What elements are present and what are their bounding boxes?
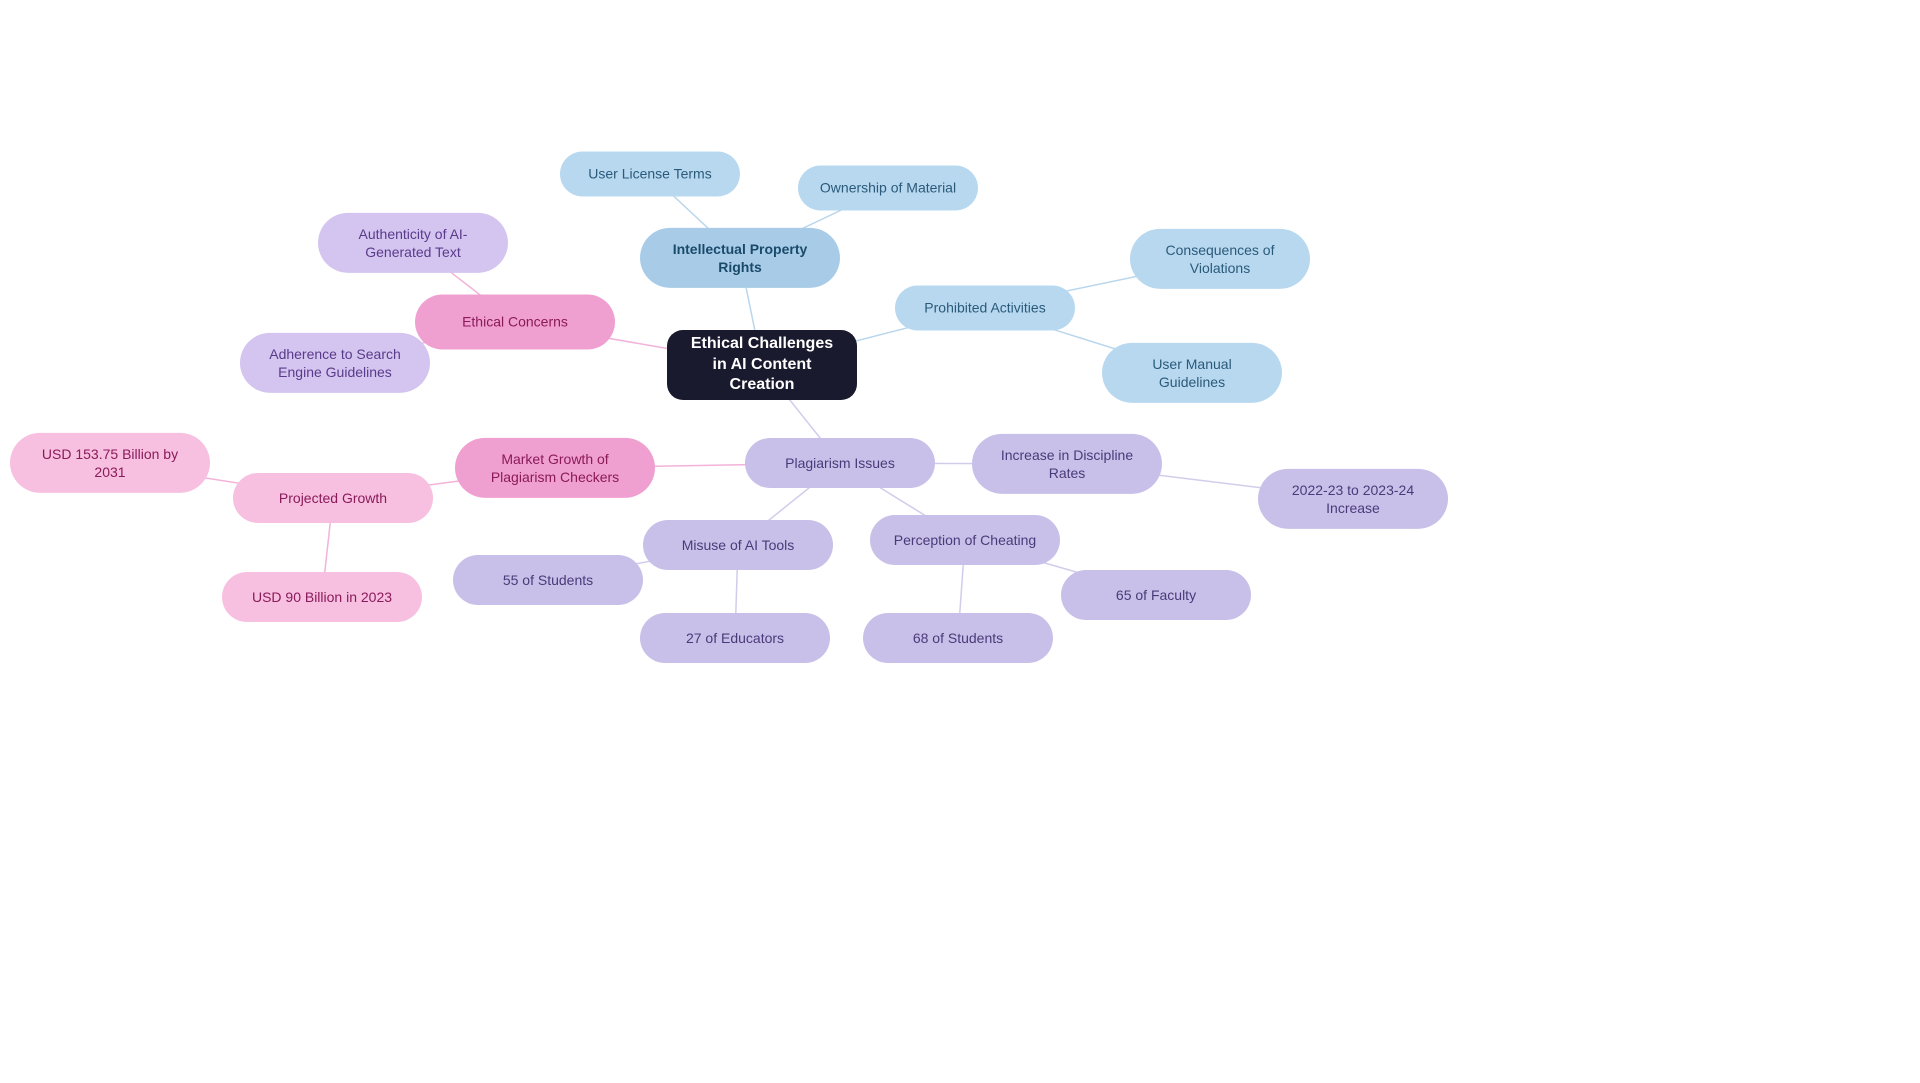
node-27_educators: 27 of Educators — [640, 613, 830, 663]
node-usd_153: USD 153.75 Billion by 2031 — [10, 433, 210, 493]
node-usd_90: USD 90 Billion in 2023 — [222, 572, 422, 622]
node-user_license: User License Terms — [560, 152, 740, 197]
node-ownership: Ownership of Material — [798, 166, 978, 211]
node-intellectual_property: Intellectual Property Rights — [640, 228, 840, 288]
node-65_faculty: 65 of Faculty — [1061, 570, 1251, 620]
node-increase_discipline: Increase in Discipline Rates — [972, 434, 1162, 494]
node-center: Ethical Challenges in AI Content Creatio… — [667, 330, 857, 400]
node-adherence: Adherence to Search Engine Guidelines — [240, 333, 430, 393]
node-ethical_concerns: Ethical Concerns — [415, 295, 615, 350]
node-projected_growth: Projected Growth — [233, 473, 433, 523]
node-user_manual: User Manual Guidelines — [1102, 343, 1282, 403]
node-misuse_ai: Misuse of AI Tools — [643, 520, 833, 570]
node-prohibited_activities: Prohibited Activities — [895, 286, 1075, 331]
node-55_students: 55 of Students — [453, 555, 643, 605]
node-consequences: Consequences of Violations — [1130, 229, 1310, 289]
node-perception_cheating: Perception of Cheating — [870, 515, 1060, 565]
node-market_growth: Market Growth of Plagiarism Checkers — [455, 438, 655, 498]
node-68_students: 68 of Students — [863, 613, 1053, 663]
node-plagiarism_issues: Plagiarism Issues — [745, 438, 935, 488]
node-authenticity: Authenticity of AI-Generated Text — [318, 213, 508, 273]
mind-map: Ethical Challenges in AI Content Creatio… — [0, 0, 1920, 1083]
node-2022_23: 2022-23 to 2023-24 Increase — [1258, 469, 1448, 529]
